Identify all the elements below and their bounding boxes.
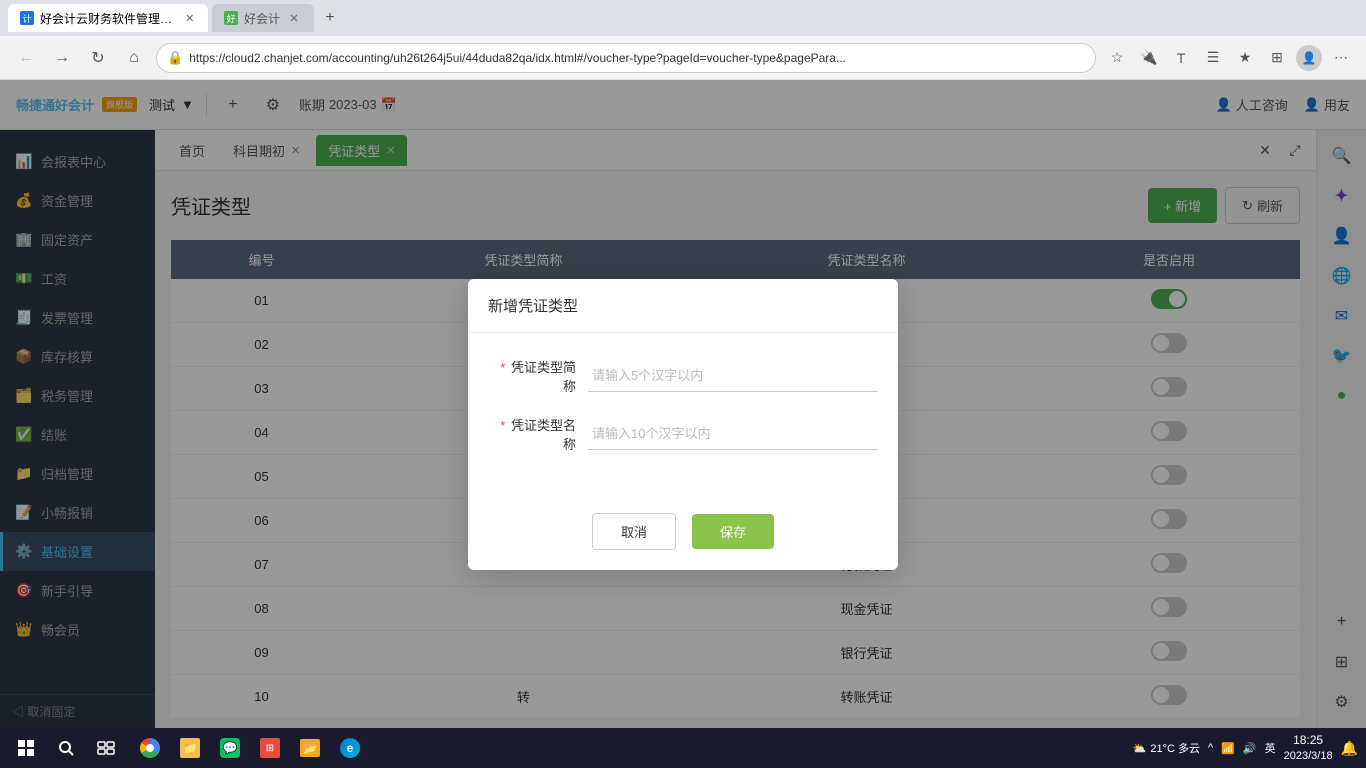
browser-tab-inactive[interactable]: 好 好会计 ✕: [212, 4, 314, 32]
taskbar-arrow-up[interactable]: ^: [1208, 742, 1213, 754]
short-name-input[interactable]: [588, 360, 878, 392]
browser-tab-active[interactable]: 计 好会计云财务软件管理系统_会计 ✕: [8, 4, 208, 32]
required-marker-2: *: [500, 418, 505, 433]
modal-footer: 取消 保存: [468, 497, 898, 570]
save-button[interactable]: 保存: [692, 514, 774, 549]
modal-overlay: 新增凭证类型 * 凭证类型简称 * 凭证类型名称 取消 保存: [0, 80, 1366, 768]
name-input[interactable]: [588, 418, 878, 450]
label-short-text: 凭证类型简称: [511, 360, 576, 394]
taskbar-wechat[interactable]: 💬: [212, 730, 248, 766]
favorites-icon[interactable]: ★: [1232, 45, 1258, 71]
modal-header: 新增凭证类型: [468, 279, 898, 333]
tab-close-2[interactable]: ✕: [286, 10, 302, 26]
taskbar-weather: ⛅ 21°C 多云: [1133, 740, 1200, 756]
modal-dialog: 新增凭证类型 * 凭证类型简称 * 凭证类型名称 取消 保存: [468, 279, 898, 570]
taskbar-wifi-icon: 📶: [1221, 742, 1235, 755]
taskbar: 📁 💬 ⊞ 📂 e ⛅ 21°C 多云 ^ 📶 🔊 英 18:25 2023/3…: [0, 728, 1366, 768]
form-label-short: * 凭证类型简称: [488, 357, 588, 395]
weather-text: 21°C 多云: [1150, 740, 1200, 756]
back-button[interactable]: ←: [12, 44, 40, 72]
taskbar-search[interactable]: [48, 730, 84, 766]
weather-icon: ⛅: [1133, 742, 1147, 755]
reading-icon[interactable]: ☰: [1200, 45, 1226, 71]
home-button[interactable]: ⌂: [120, 44, 148, 72]
modal-title: 新增凭证类型: [488, 298, 578, 315]
bookmark-icon[interactable]: ☆: [1104, 45, 1130, 71]
profile-avatar: 👤: [1296, 45, 1322, 71]
profile-button[interactable]: 👤: [1296, 45, 1322, 71]
tab-favicon-2: 好: [224, 11, 238, 25]
taskbar-time: 18:25 2023/3/18: [1284, 732, 1333, 764]
reload-button[interactable]: ↻: [84, 44, 112, 72]
required-marker-1: *: [500, 360, 505, 375]
taskbar-notification[interactable]: 🔔: [1341, 740, 1358, 757]
address-bar: ← → ↻ ⌂ 🔒 https://cloud2.chanjet.com/acc…: [0, 36, 1366, 80]
forward-button[interactable]: →: [48, 44, 76, 72]
cancel-button[interactable]: 取消: [592, 513, 676, 550]
start-button[interactable]: [8, 730, 44, 766]
address-bar-icons: ☆ 🔌 T ☰ ★ ⊞ 👤 ⋯: [1104, 45, 1354, 71]
taskbar-apps[interactable]: ⊞: [252, 730, 288, 766]
tab-close-1[interactable]: ✕: [183, 10, 196, 26]
tab-title-1: 好会计云财务软件管理系统_会计: [40, 10, 177, 27]
label-name-text: 凭证类型名称: [511, 418, 576, 452]
taskbar-edge[interactable]: e: [332, 730, 368, 766]
tab-title-2: 好会计: [244, 10, 280, 27]
taskbar-taskview[interactable]: [88, 730, 124, 766]
collections-icon[interactable]: ⊞: [1264, 45, 1290, 71]
lock-icon: 🔒: [167, 50, 183, 66]
url-bar[interactable]: 🔒 https://cloud2.chanjet.com/accounting/…: [156, 43, 1096, 73]
browser-tab-bar: 计 好会计云财务软件管理系统_会计 ✕ 好 好会计 ✕ +: [0, 0, 1366, 36]
form-row-name: * 凭证类型名称: [488, 415, 878, 453]
tab-favicon-1: 计: [20, 11, 34, 25]
translate-icon[interactable]: T: [1168, 45, 1194, 71]
taskbar-right: ⛅ 21°C 多云 ^ 📶 🔊 英 18:25 2023/3/18 🔔: [1133, 732, 1358, 764]
more-button[interactable]: ⋯: [1328, 45, 1354, 71]
taskbar-folder[interactable]: 📂: [292, 730, 328, 766]
form-label-name: * 凭证类型名称: [488, 415, 588, 453]
url-text: https://cloud2.chanjet.com/accounting/uh…: [189, 51, 1085, 65]
modal-body: * 凭证类型简称 * 凭证类型名称: [468, 333, 898, 497]
taskbar-file-explorer[interactable]: 📁: [172, 730, 208, 766]
new-tab-button[interactable]: +: [318, 6, 342, 30]
form-row-short: * 凭证类型简称: [488, 357, 878, 395]
taskbar-date-value: 2023/3/18: [1284, 749, 1333, 764]
taskbar-language: 英: [1265, 740, 1276, 756]
taskbar-chrome[interactable]: [132, 730, 168, 766]
taskbar-time-value: 18:25: [1284, 732, 1333, 749]
taskbar-volume-icon: 🔊: [1243, 742, 1257, 755]
extensions-icon[interactable]: 🔌: [1136, 45, 1162, 71]
